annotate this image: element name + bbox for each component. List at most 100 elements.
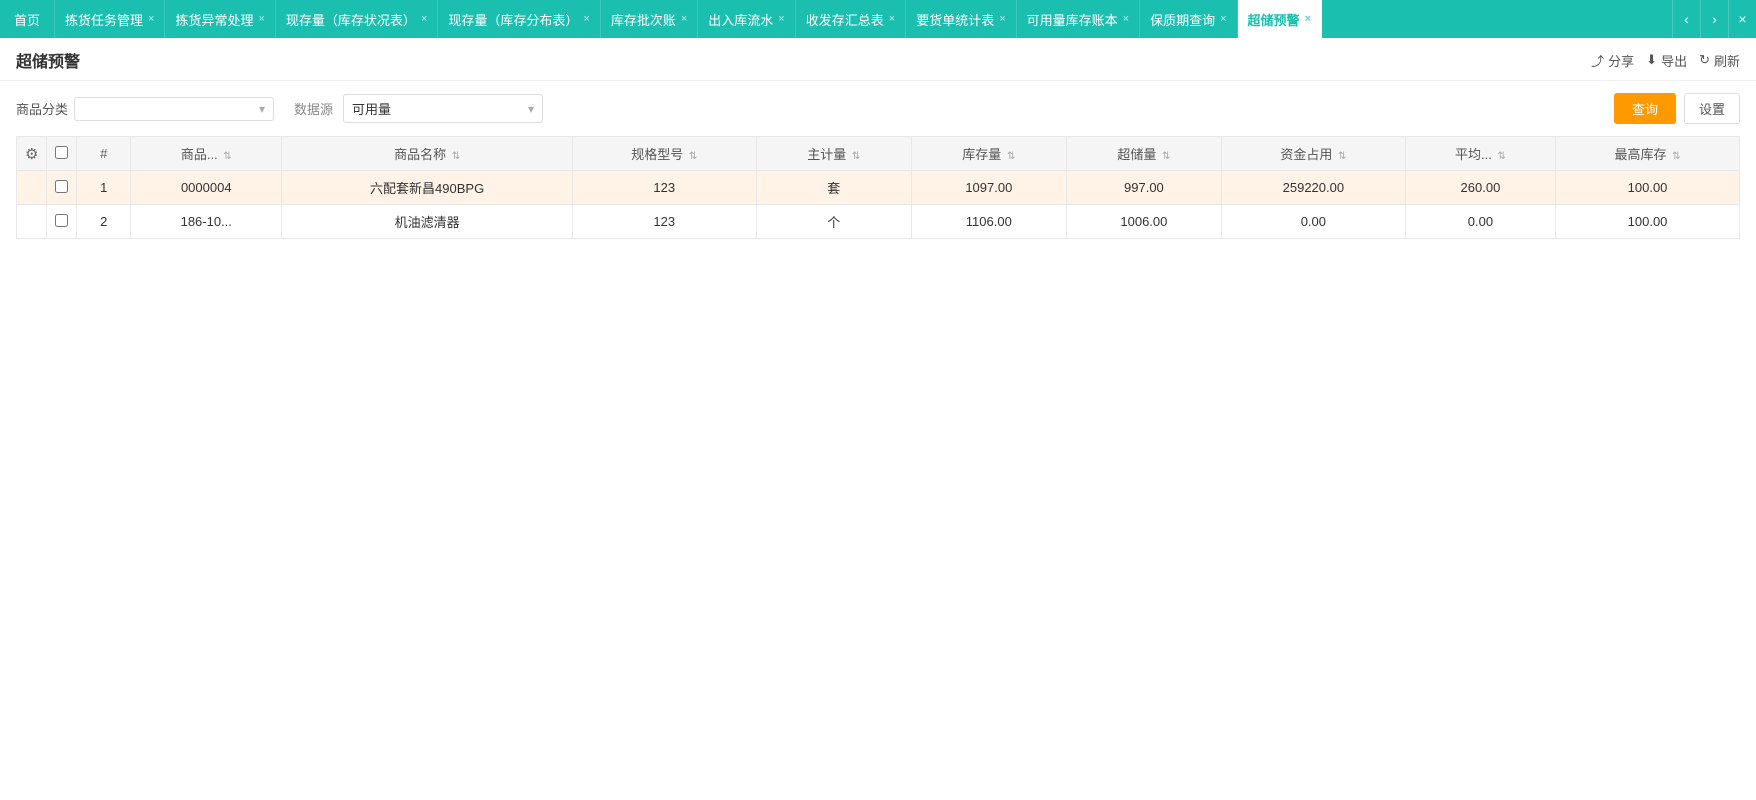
- refresh-button[interactable]: ↻ 刷新: [1699, 51, 1740, 70]
- row-checkbox[interactable]: [55, 180, 68, 193]
- table-row: 2 186-10... 机油滤清器 123 个 1106.00 1006.00 …: [17, 205, 1740, 239]
- cell-unit: 个: [756, 205, 911, 239]
- tab-jh[interactable]: 拣货任务管理 ×: [55, 0, 165, 38]
- data-table: ⚙ # 商品... ⇅ 商品名称 ⇅ 规格型号 ⇅: [16, 136, 1740, 239]
- cell-stock: 1097.00: [911, 171, 1066, 205]
- cell-avg: 260.00: [1405, 171, 1555, 205]
- close-icon[interactable]: ×: [1305, 13, 1311, 25]
- nav-next-button[interactable]: ›: [1700, 0, 1728, 38]
- share-icon: ⤴: [1591, 51, 1604, 70]
- cell-over: 997.00: [1066, 171, 1221, 205]
- sort-icon: ⇅: [452, 151, 460, 162]
- close-icon[interactable]: ×: [681, 13, 687, 25]
- chevron-down-icon: ▾: [259, 102, 265, 116]
- th-over[interactable]: 超储量 ⇅: [1066, 137, 1221, 171]
- tab-xczl-kszk[interactable]: 现存量（库存状况表） ×: [276, 0, 438, 38]
- cell-checkbox: [47, 171, 77, 205]
- cell-avg: 0.00: [1405, 205, 1555, 239]
- share-button[interactable]: ⤴ 分享: [1591, 51, 1634, 70]
- close-icon[interactable]: ×: [889, 13, 895, 25]
- export-icon: ⬇: [1646, 52, 1657, 68]
- close-icon[interactable]: ×: [148, 13, 154, 25]
- sort-icon: ⇅: [223, 151, 231, 162]
- th-capital[interactable]: 资金占用 ⇅: [1221, 137, 1405, 171]
- cell-name: 机油滤清器: [282, 205, 572, 239]
- th-num: #: [77, 137, 131, 171]
- datasource-select[interactable]: 可用量 ▾: [343, 94, 543, 123]
- cell-settings: [17, 205, 47, 239]
- close-icon[interactable]: ×: [1123, 13, 1129, 25]
- th-maxstock[interactable]: 最高库存 ⇅: [1556, 137, 1740, 171]
- filter-row: 商品分类 ▾ 数据源 可用量 ▾ 查询 设置: [0, 81, 1756, 136]
- settings-button[interactable]: 设置: [1684, 93, 1740, 124]
- table-body: 1 0000004 六配套新昌490BPG 123 套 1097.00 997.…: [17, 171, 1740, 239]
- cell-name: 六配套新昌490BPG: [282, 171, 572, 205]
- nav-close-button[interactable]: ×: [1728, 0, 1756, 38]
- th-avg[interactable]: 平均... ⇅: [1405, 137, 1555, 171]
- table-row: 1 0000004 六配套新昌490BPG 123 套 1097.00 997.…: [17, 171, 1740, 205]
- gear-icon[interactable]: ⚙: [25, 146, 38, 163]
- cell-stock: 1106.00: [911, 205, 1066, 239]
- th-name[interactable]: 商品名称 ⇅: [282, 137, 572, 171]
- cell-unit: 套: [756, 171, 911, 205]
- category-filter: 商品分类 ▾: [16, 97, 274, 121]
- tab-kylkzb[interactable]: 可用量库存账本 ×: [1017, 0, 1140, 38]
- refresh-icon: ↻: [1699, 52, 1710, 68]
- cell-num: 1: [77, 171, 131, 205]
- datasource-select-value: 可用量: [352, 99, 391, 118]
- sort-icon: ⇅: [1338, 151, 1346, 162]
- cell-code: 186-10...: [131, 205, 282, 239]
- nav-prev-button[interactable]: ‹: [1672, 0, 1700, 38]
- cell-spec: 123: [572, 205, 756, 239]
- page-header: 超储预警 ⤴ 分享 ⬇ 导出 ↻ 刷新: [0, 38, 1756, 81]
- top-navigation: 首页 拣货任务管理 × 拣货异常处理 × 现存量（库存状况表） × 现存量（库存…: [0, 0, 1756, 38]
- row-checkbox[interactable]: [55, 214, 68, 227]
- nav-home[interactable]: 首页: [0, 0, 55, 38]
- tab-sfhz[interactable]: 收发存汇总表 ×: [796, 0, 906, 38]
- tab-xczl-ksfb[interactable]: 现存量（库存分布表） ×: [438, 0, 600, 38]
- tab-crls[interactable]: 出入库流水 ×: [698, 0, 795, 38]
- tab-kc-pzz[interactable]: 库存批次账 ×: [601, 0, 698, 38]
- tab-bzqcx[interactable]: 保质期查询 ×: [1140, 0, 1237, 38]
- datasource-label: 数据源: [294, 99, 333, 118]
- close-icon[interactable]: ×: [258, 13, 264, 25]
- close-icon[interactable]: ×: [421, 13, 427, 25]
- sort-icon: ⇅: [1672, 151, 1680, 162]
- category-select[interactable]: ▾: [74, 97, 274, 121]
- th-code[interactable]: 商品... ⇅: [131, 137, 282, 171]
- query-button[interactable]: 查询: [1614, 93, 1676, 124]
- cell-spec: 123: [572, 171, 756, 205]
- cell-num: 2: [77, 205, 131, 239]
- cell-capital: 259220.00: [1221, 171, 1405, 205]
- sort-icon: ⇅: [852, 151, 860, 162]
- table-header-row: ⚙ # 商品... ⇅ 商品名称 ⇅ 规格型号 ⇅: [17, 137, 1740, 171]
- close-icon[interactable]: ×: [583, 13, 589, 25]
- sort-icon: ⇅: [1497, 151, 1505, 162]
- th-checkbox: [47, 137, 77, 171]
- close-icon[interactable]: ×: [999, 13, 1005, 25]
- cell-maxstock: 100.00: [1556, 205, 1740, 239]
- page-title: 超储预警: [16, 48, 80, 72]
- cell-checkbox: [47, 205, 77, 239]
- nav-arrows: ‹ › ×: [1672, 0, 1756, 38]
- select-all-checkbox[interactable]: [55, 146, 68, 159]
- table-container: ⚙ # 商品... ⇅ 商品名称 ⇅ 规格型号 ⇅: [0, 136, 1756, 239]
- cell-capital: 0.00: [1221, 205, 1405, 239]
- th-stock[interactable]: 库存量 ⇅: [911, 137, 1066, 171]
- th-settings[interactable]: ⚙: [17, 137, 47, 171]
- datasource-filter: 数据源 可用量 ▾: [294, 94, 543, 123]
- filter-actions: 查询 设置: [1614, 93, 1740, 124]
- tab-ccyj[interactable]: 超储预警 ×: [1238, 0, 1322, 38]
- cell-settings: [17, 171, 47, 205]
- th-spec[interactable]: 规格型号 ⇅: [572, 137, 756, 171]
- export-button[interactable]: ⬇ 导出: [1646, 51, 1687, 70]
- category-label: 商品分类: [16, 99, 68, 118]
- close-icon[interactable]: ×: [1220, 13, 1226, 25]
- header-actions: ⤴ 分享 ⬇ 导出 ↻ 刷新: [1591, 51, 1740, 70]
- tab-yhtj[interactable]: 要货单统计表 ×: [906, 0, 1016, 38]
- tab-jh-exc[interactable]: 拣货异常处理 ×: [165, 0, 275, 38]
- close-icon[interactable]: ×: [778, 13, 784, 25]
- th-unit[interactable]: 主计量 ⇅: [756, 137, 911, 171]
- sort-icon: ⇅: [1162, 151, 1170, 162]
- cell-over: 1006.00: [1066, 205, 1221, 239]
